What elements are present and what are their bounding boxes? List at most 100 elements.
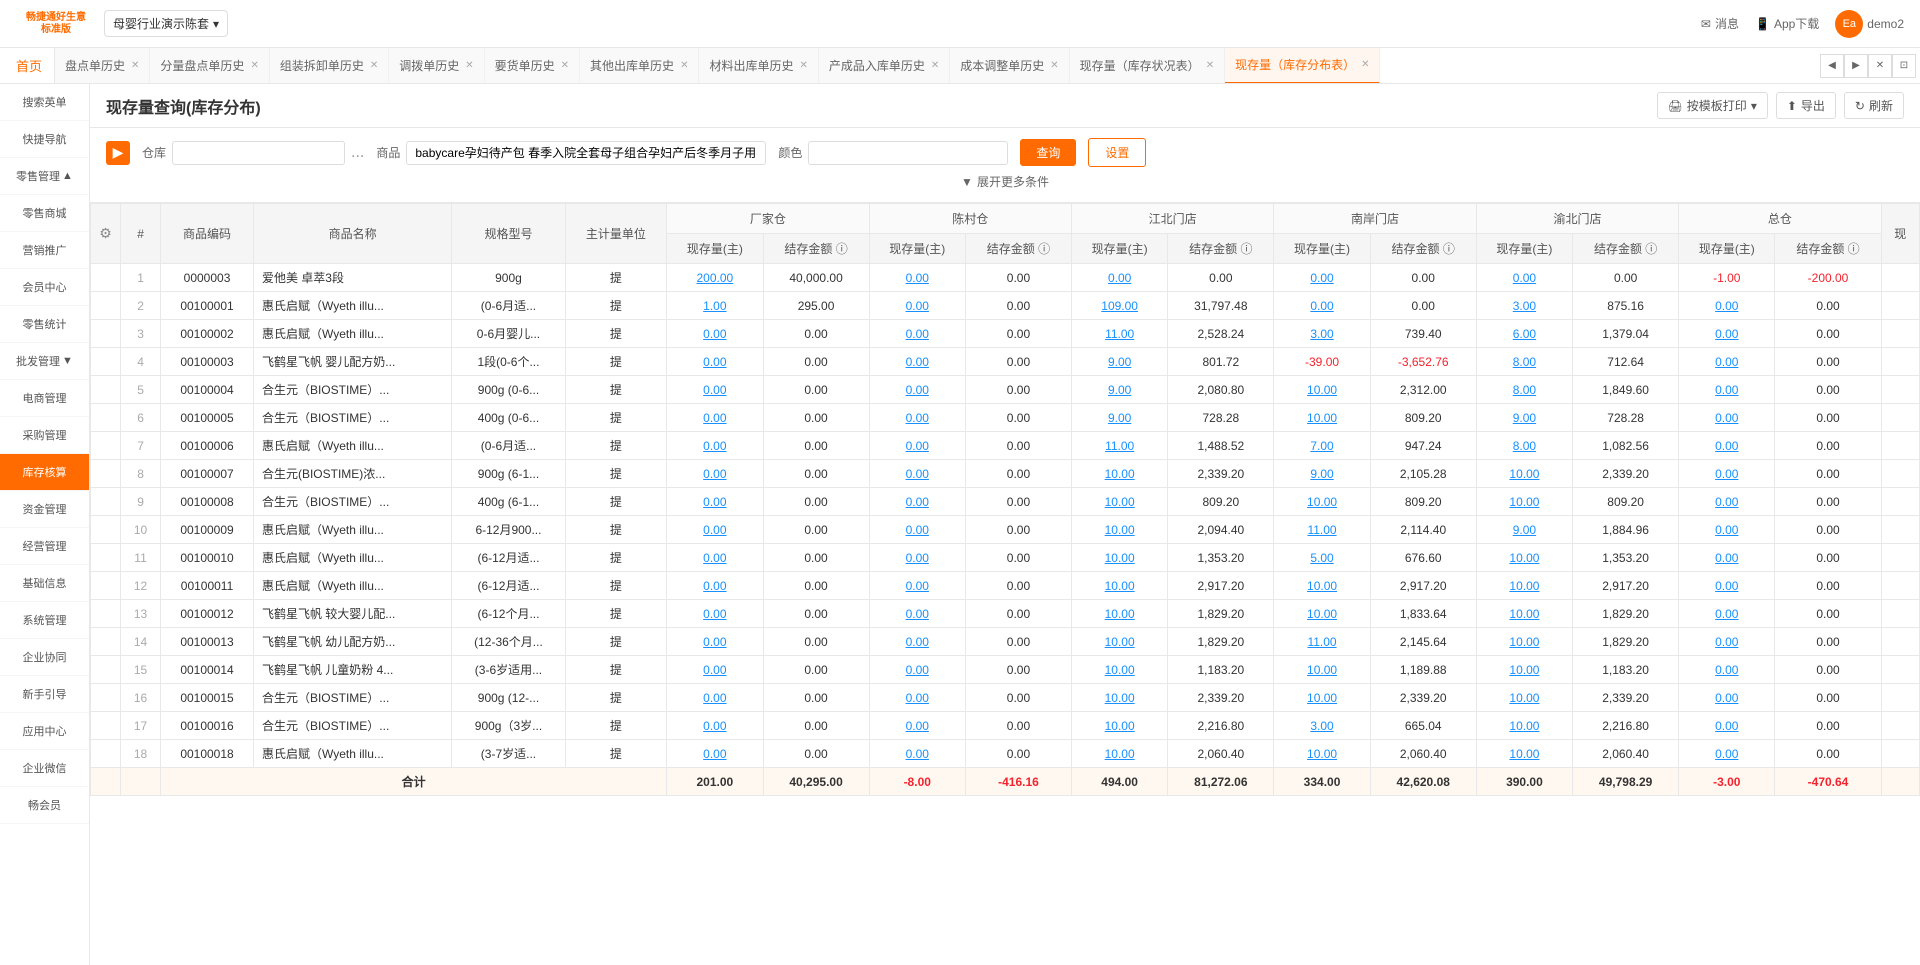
tab-other-out[interactable]: 其他出库单历史 ✕ bbox=[580, 48, 699, 84]
row-settings[interactable] bbox=[91, 432, 121, 460]
warehouse-dots[interactable]: ... bbox=[351, 144, 364, 162]
expand-conditions-button[interactable]: ▼ 展开更多条件 bbox=[106, 167, 1904, 192]
tab-close-all-button[interactable]: ✕ bbox=[1868, 54, 1892, 78]
table-container[interactable]: ⚙ # 商品编码 商品名称 规格型号 主计量单位 厂家仓 陈村仓 江北门店 南岸… bbox=[90, 203, 1920, 965]
factory-stock[interactable]: 0.00 bbox=[667, 348, 763, 376]
tab-close-icon[interactable]: ✕ bbox=[931, 60, 939, 71]
nangan-stock[interactable]: 0.00 bbox=[1274, 292, 1370, 320]
nangan-stock[interactable]: 10.00 bbox=[1274, 404, 1370, 432]
chenli-stock[interactable]: 0.00 bbox=[869, 684, 965, 712]
chenli-stock[interactable]: 0.00 bbox=[869, 460, 965, 488]
color-input[interactable] bbox=[808, 141, 1008, 165]
tab-close-icon[interactable]: ✕ bbox=[370, 60, 378, 71]
jiangbei-stock[interactable]: 0.00 bbox=[1071, 264, 1167, 292]
total-stock[interactable]: 0.00 bbox=[1679, 460, 1775, 488]
tab-close-icon[interactable]: ✕ bbox=[465, 60, 473, 71]
sidebar-item-newguide[interactable]: 新手引导 bbox=[0, 676, 89, 713]
factory-stock[interactable]: 0.00 bbox=[667, 320, 763, 348]
message-action[interactable]: ✉ 消息 bbox=[1701, 15, 1739, 32]
yubei-stock[interactable]: 10.00 bbox=[1476, 656, 1572, 684]
row-settings[interactable] bbox=[91, 292, 121, 320]
factory-stock[interactable]: 0.00 bbox=[667, 376, 763, 404]
row-settings[interactable] bbox=[91, 628, 121, 656]
tab-sub-inventory[interactable]: 分量盘点单历史 ✕ bbox=[150, 48, 269, 84]
tab-close-icon[interactable]: ✕ bbox=[680, 60, 688, 71]
nangan-stock[interactable]: 10.00 bbox=[1274, 376, 1370, 404]
factory-stock[interactable]: 0.00 bbox=[667, 740, 763, 768]
row-settings[interactable] bbox=[91, 376, 121, 404]
tab-next-button[interactable]: ▶ bbox=[1844, 54, 1868, 78]
factory-stock[interactable]: 1.00 bbox=[667, 292, 763, 320]
jiangbei-stock[interactable]: 10.00 bbox=[1071, 628, 1167, 656]
factory-stock[interactable]: 0.00 bbox=[667, 544, 763, 572]
yubei-stock[interactable]: 3.00 bbox=[1476, 292, 1572, 320]
sidebar-item-vip[interactable]: 畅会员 bbox=[0, 787, 89, 824]
row-settings[interactable] bbox=[91, 264, 121, 292]
sidebar-item-finance[interactable]: 资金管理 bbox=[0, 491, 89, 528]
tab-close-icon[interactable]: ✕ bbox=[799, 60, 807, 71]
nangan-stock[interactable]: 9.00 bbox=[1274, 460, 1370, 488]
tab-close-icon[interactable]: ✕ bbox=[131, 60, 139, 71]
chenli-stock[interactable]: 0.00 bbox=[869, 516, 965, 544]
nangan-stock[interactable]: 10.00 bbox=[1274, 656, 1370, 684]
row-settings[interactable] bbox=[91, 740, 121, 768]
jiangbei-stock[interactable]: 10.00 bbox=[1071, 488, 1167, 516]
yubei-stock[interactable]: 9.00 bbox=[1476, 516, 1572, 544]
tab-assembly[interactable]: 组装拆卸单历史 ✕ bbox=[270, 48, 389, 84]
nangan-stock[interactable]: 11.00 bbox=[1274, 628, 1370, 656]
nangan-stock[interactable]: 10.00 bbox=[1274, 600, 1370, 628]
row-settings[interactable] bbox=[91, 516, 121, 544]
total-stock[interactable]: 0.00 bbox=[1679, 544, 1775, 572]
total-stock[interactable]: 0.00 bbox=[1679, 348, 1775, 376]
tab-close-icon[interactable]: ✕ bbox=[250, 60, 258, 71]
filter-collapse-button[interactable]: ▶ bbox=[106, 141, 130, 165]
jiangbei-stock[interactable]: 9.00 bbox=[1071, 404, 1167, 432]
row-settings[interactable] bbox=[91, 684, 121, 712]
nangan-stock[interactable]: 10.00 bbox=[1274, 572, 1370, 600]
gear-icon[interactable]: ⚙ bbox=[99, 225, 112, 241]
factory-stock[interactable]: 0.00 bbox=[667, 572, 763, 600]
factory-stock[interactable]: 0.00 bbox=[667, 404, 763, 432]
row-settings[interactable] bbox=[91, 572, 121, 600]
row-settings[interactable] bbox=[91, 348, 121, 376]
tab-close-icon[interactable]: ✕ bbox=[561, 60, 569, 71]
sidebar-item-system[interactable]: 系统管理 bbox=[0, 602, 89, 639]
user-area[interactable]: Ea demo2 bbox=[1835, 10, 1904, 38]
tab-expand-button[interactable]: ⊡ bbox=[1892, 54, 1916, 78]
nangan-stock[interactable]: 3.00 bbox=[1274, 712, 1370, 740]
nangan-stock[interactable]: 10.00 bbox=[1274, 684, 1370, 712]
total-stock[interactable]: 0.00 bbox=[1679, 656, 1775, 684]
factory-stock[interactable]: 0.00 bbox=[667, 712, 763, 740]
yubei-stock[interactable]: 8.00 bbox=[1476, 432, 1572, 460]
jiangbei-stock[interactable]: 109.00 bbox=[1071, 292, 1167, 320]
row-settings[interactable] bbox=[91, 404, 121, 432]
jiangbei-stock[interactable]: 11.00 bbox=[1071, 320, 1167, 348]
factory-stock[interactable]: 0.00 bbox=[667, 516, 763, 544]
sidebar-item-basic[interactable]: 基础信息 bbox=[0, 565, 89, 602]
yubei-stock[interactable]: 8.00 bbox=[1476, 348, 1572, 376]
print-button[interactable]: 🖨 按模板打印 ▾ bbox=[1657, 92, 1768, 119]
refresh-button[interactable]: ↻ 刷新 bbox=[1844, 92, 1904, 119]
nangan-stock[interactable]: 10.00 bbox=[1274, 740, 1370, 768]
yubei-stock[interactable]: 10.00 bbox=[1476, 460, 1572, 488]
sidebar-item-quicknav[interactable]: 快捷导航 bbox=[0, 121, 89, 158]
tab-prev-button[interactable]: ◀ bbox=[1820, 54, 1844, 78]
chenli-stock[interactable]: 0.00 bbox=[869, 600, 965, 628]
jiangbei-stock[interactable]: 10.00 bbox=[1071, 516, 1167, 544]
goods-input[interactable] bbox=[406, 141, 766, 165]
sidebar-item-purchase[interactable]: 采购管理 bbox=[0, 417, 89, 454]
row-settings[interactable] bbox=[91, 320, 121, 348]
chenli-stock[interactable]: 0.00 bbox=[869, 488, 965, 516]
chenli-stock[interactable]: 0.00 bbox=[869, 264, 965, 292]
total-stock[interactable]: 0.00 bbox=[1679, 320, 1775, 348]
factory-stock[interactable]: 200.00 bbox=[667, 264, 763, 292]
col-settings-header[interactable]: ⚙ bbox=[91, 204, 121, 264]
nangan-stock[interactable]: 5.00 bbox=[1274, 544, 1370, 572]
chenli-stock[interactable]: 0.00 bbox=[869, 656, 965, 684]
chenli-stock[interactable]: 0.00 bbox=[869, 376, 965, 404]
yubei-stock[interactable]: 10.00 bbox=[1476, 740, 1572, 768]
chenli-stock[interactable]: 0.00 bbox=[869, 712, 965, 740]
row-settings[interactable] bbox=[91, 488, 121, 516]
tab-requisition[interactable]: 要货单历史 ✕ bbox=[485, 48, 580, 84]
sidebar-item-retail-mgmt[interactable]: 零售管理 ▲ bbox=[0, 158, 89, 195]
